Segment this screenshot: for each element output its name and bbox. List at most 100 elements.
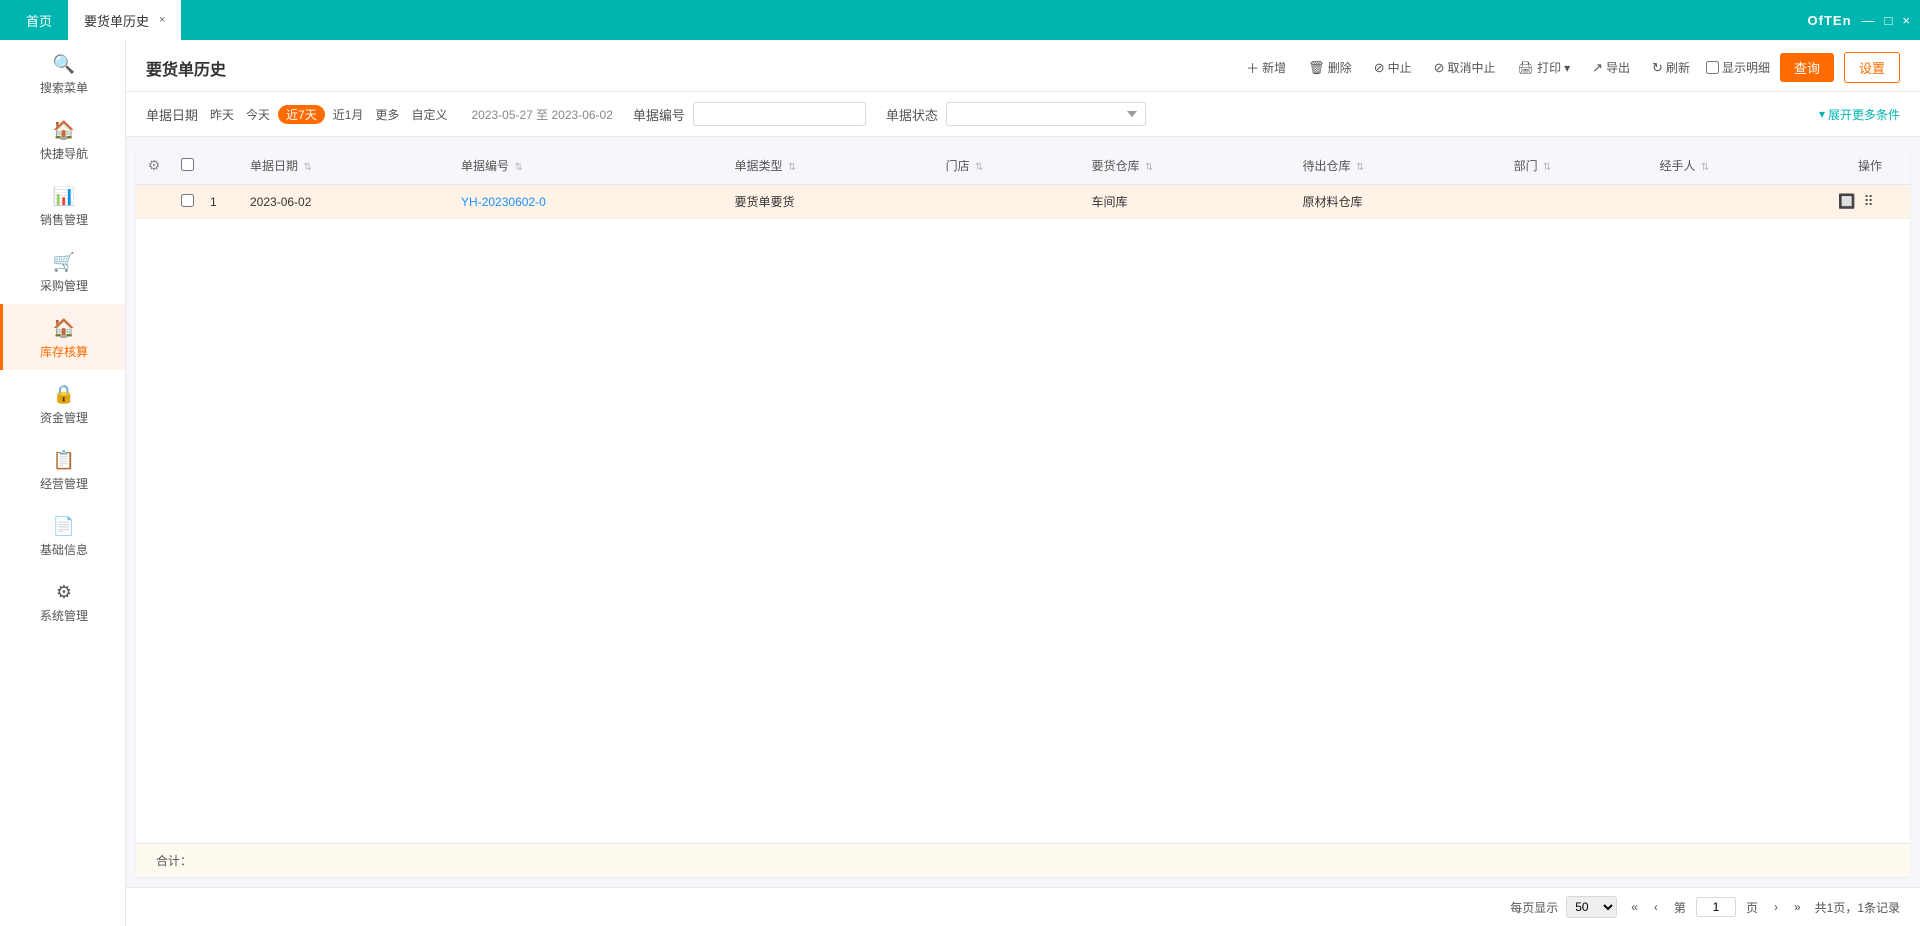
tab-home-label: 首页 <box>26 11 52 30</box>
sidebar-item-system[interactable]: ⚙ 系统管理 <box>0 568 125 634</box>
sidebar-item-basic-info[interactable]: 📄 基础信息 <box>0 502 125 568</box>
show-detail-label: 显示明细 <box>1722 59 1770 76</box>
print-icon: 🖨 <box>1518 60 1535 76</box>
sort-type-icon: ⇅ <box>788 162 796 173</box>
delete-label: 删除 <box>1328 59 1352 76</box>
row-settings-cell <box>136 185 172 219</box>
view-action-icon[interactable]: 🔲 <box>1838 193 1855 210</box>
last-page-btn[interactable]: » <box>1788 898 1807 916</box>
expand-more-btn[interactable]: ▾ 展开更多条件 <box>1819 106 1900 123</box>
content-header: 要货单历史 ＋ 新增 🗑 删除 ⊘ 中止 ⊘ 取消中止 <box>126 40 1920 92</box>
col-req-warehouse[interactable]: 要货仓库 ⇅ <box>1083 147 1294 185</box>
date-range-display: 2023-05-27 至 2023-06-02 <box>471 106 612 123</box>
cancel-stop-icon: ⊘ <box>1434 60 1445 76</box>
refresh-label: 刷新 <box>1666 59 1690 76</box>
setting-button[interactable]: 设置 <box>1844 52 1900 83</box>
date-btn-1month[interactable]: 近1月 <box>329 105 368 124</box>
col-department[interactable]: 部门 ⇅ <box>1506 147 1652 185</box>
cancel-stop-btn[interactable]: ⊘ 取消中止 <box>1428 56 1502 79</box>
status-select[interactable] <box>946 102 1146 126</box>
sidebar-item-label: 销售管理 <box>40 211 88 228</box>
search-button[interactable]: 查询 <box>1780 53 1834 82</box>
row-checkbox[interactable] <box>181 194 194 207</box>
filter-area: 单据日期 昨天 今天 近7天 近1月 更多 自定义 2023-05-27 至 2… <box>126 92 1920 137</box>
sidebar-item-inventory[interactable]: 🏠 库存核算 <box>0 304 125 370</box>
sales-icon: 📊 <box>53 186 75 207</box>
per-page-label: 每页显示 <box>1510 899 1558 916</box>
cancel-stop-label: 取消中止 <box>1448 59 1496 76</box>
row-type-cell: 要货单要货 <box>727 185 938 219</box>
table-settings-icon[interactable]: ⚙ <box>148 157 161 173</box>
date-filter: 单据日期 昨天 今天 近7天 近1月 更多 自定义 <box>146 105 451 124</box>
sidebar-item-purchase[interactable]: 🛒 采购管理 <box>0 238 125 304</box>
sidebar-item-sales[interactable]: 📊 销售管理 <box>0 172 125 238</box>
per-page-select[interactable]: 50 100 <box>1566 896 1617 918</box>
refresh-btn[interactable]: ↻ 刷新 <box>1646 56 1696 79</box>
add-icon: ＋ <box>1246 58 1259 77</box>
date-btn-custom[interactable]: 自定义 <box>407 105 451 124</box>
table-header-row: ⚙ 单据日期 ⇅ 单据编号 ⇅ 单据类型 ⇅ 门店 ⇅ 要货仓库 ⇅ 待出仓库 … <box>136 147 1910 185</box>
date-btn-yesterday[interactable]: 昨天 <box>206 105 238 124</box>
more-action-icon[interactable]: ⠿ <box>1863 193 1873 210</box>
prev-page-btn[interactable]: ‹ <box>1648 898 1664 916</box>
tab-home[interactable]: 首页 <box>10 0 68 40</box>
table-area: ⚙ 单据日期 ⇅ 单据编号 ⇅ 单据类型 ⇅ 门店 ⇅ 要货仓库 ⇅ 待出仓库 … <box>136 147 1910 877</box>
first-page-btn[interactable]: « <box>1625 898 1644 916</box>
col-type[interactable]: 单据类型 ⇅ <box>727 147 938 185</box>
delete-icon: 🗑 <box>1308 60 1325 76</box>
stop-btn[interactable]: ⊘ 中止 <box>1368 56 1418 79</box>
window-close-btn[interactable]: × <box>1902 13 1910 28</box>
sidebar-item-quick-nav[interactable]: 🏠 快捷导航 <box>0 106 125 172</box>
window-minimize-btn[interactable]: — <box>1862 13 1875 28</box>
date-btn-7days[interactable]: 近7天 <box>278 105 325 124</box>
next-page-btn[interactable]: › <box>1768 898 1784 916</box>
col-pending-warehouse[interactable]: 待出仓库 ⇅ <box>1295 147 1506 185</box>
col-store[interactable]: 门店 ⇅ <box>938 147 1084 185</box>
order-no-filter: 单据编号 <box>633 102 866 126</box>
delete-btn[interactable]: 🗑 删除 <box>1302 56 1358 79</box>
refresh-icon: ↻ <box>1652 60 1663 76</box>
row-no-cell: YH-20230602-0 <box>453 185 727 219</box>
col-handler[interactable]: 经手人 ⇅ <box>1651 147 1830 185</box>
page-input[interactable] <box>1696 897 1736 917</box>
select-all-checkbox[interactable] <box>181 158 194 171</box>
sidebar-item-search-menu[interactable]: 🔍 搜索菜单 <box>0 40 125 106</box>
show-detail-toggle[interactable]: 显示明细 <box>1706 59 1770 76</box>
row-req-warehouse-cell: 车间库 <box>1083 185 1294 219</box>
date-btn-today[interactable]: 今天 <box>242 105 274 124</box>
page-label: 第 <box>1668 897 1692 918</box>
table-row: 1 2023-06-02 YH-20230602-0 要货单要货 车间库 原材料… <box>136 185 1910 219</box>
tab-close-icon[interactable]: × <box>159 14 165 26</box>
print-btn[interactable]: 🖨 打印 ▾ <box>1512 56 1577 79</box>
expand-chevron-icon: ▾ <box>1819 107 1825 121</box>
order-no-link[interactable]: YH-20230602-0 <box>461 195 546 209</box>
basic-info-icon: 📄 <box>53 516 75 537</box>
sidebar-item-operations[interactable]: 📋 经营管理 <box>0 436 125 502</box>
purchase-icon: 🛒 <box>53 252 75 273</box>
table-empty-space <box>136 219 1910 843</box>
col-settings[interactable]: ⚙ <box>136 147 172 185</box>
sidebar-item-label: 基础信息 <box>40 541 88 558</box>
window-maximize-btn[interactable]: □ <box>1885 13 1893 28</box>
top-bar-right: OfTEn — □ × <box>1808 13 1910 28</box>
order-no-label: 单据编号 <box>633 105 685 124</box>
tab-active[interactable]: 要货单历史 × <box>68 0 181 40</box>
col-date[interactable]: 单据日期 ⇅ <box>242 147 453 185</box>
export-btn[interactable]: ↗ 导出 <box>1586 56 1636 79</box>
sidebar-item-label: 资金管理 <box>40 409 88 426</box>
export-label: 导出 <box>1606 59 1630 76</box>
sidebar-item-finance[interactable]: 🔒 资金管理 <box>0 370 125 436</box>
date-btn-more[interactable]: 更多 <box>371 105 403 124</box>
sidebar: 🔍 搜索菜单 🏠 快捷导航 📊 销售管理 🛒 采购管理 🏠 库存核算 🔒 资金管… <box>0 40 126 926</box>
sort-store-icon: ⇅ <box>975 162 983 173</box>
page-unit: 页 <box>1740 897 1764 918</box>
add-btn[interactable]: ＋ 新增 <box>1240 55 1292 80</box>
row-pending-warehouse-cell: 原材料仓库 <box>1295 185 1506 219</box>
stop-label: 中止 <box>1388 59 1412 76</box>
order-no-input[interactable] <box>693 102 866 126</box>
show-detail-checkbox[interactable] <box>1706 61 1719 74</box>
add-label: 新增 <box>1262 59 1286 76</box>
col-no[interactable]: 单据编号 ⇅ <box>453 147 727 185</box>
filter-row: 单据日期 昨天 今天 近7天 近1月 更多 自定义 2023-05-27 至 2… <box>146 102 1900 126</box>
toolbar: ＋ 新增 🗑 删除 ⊘ 中止 ⊘ 取消中止 🖨 打印 <box>1240 52 1900 83</box>
